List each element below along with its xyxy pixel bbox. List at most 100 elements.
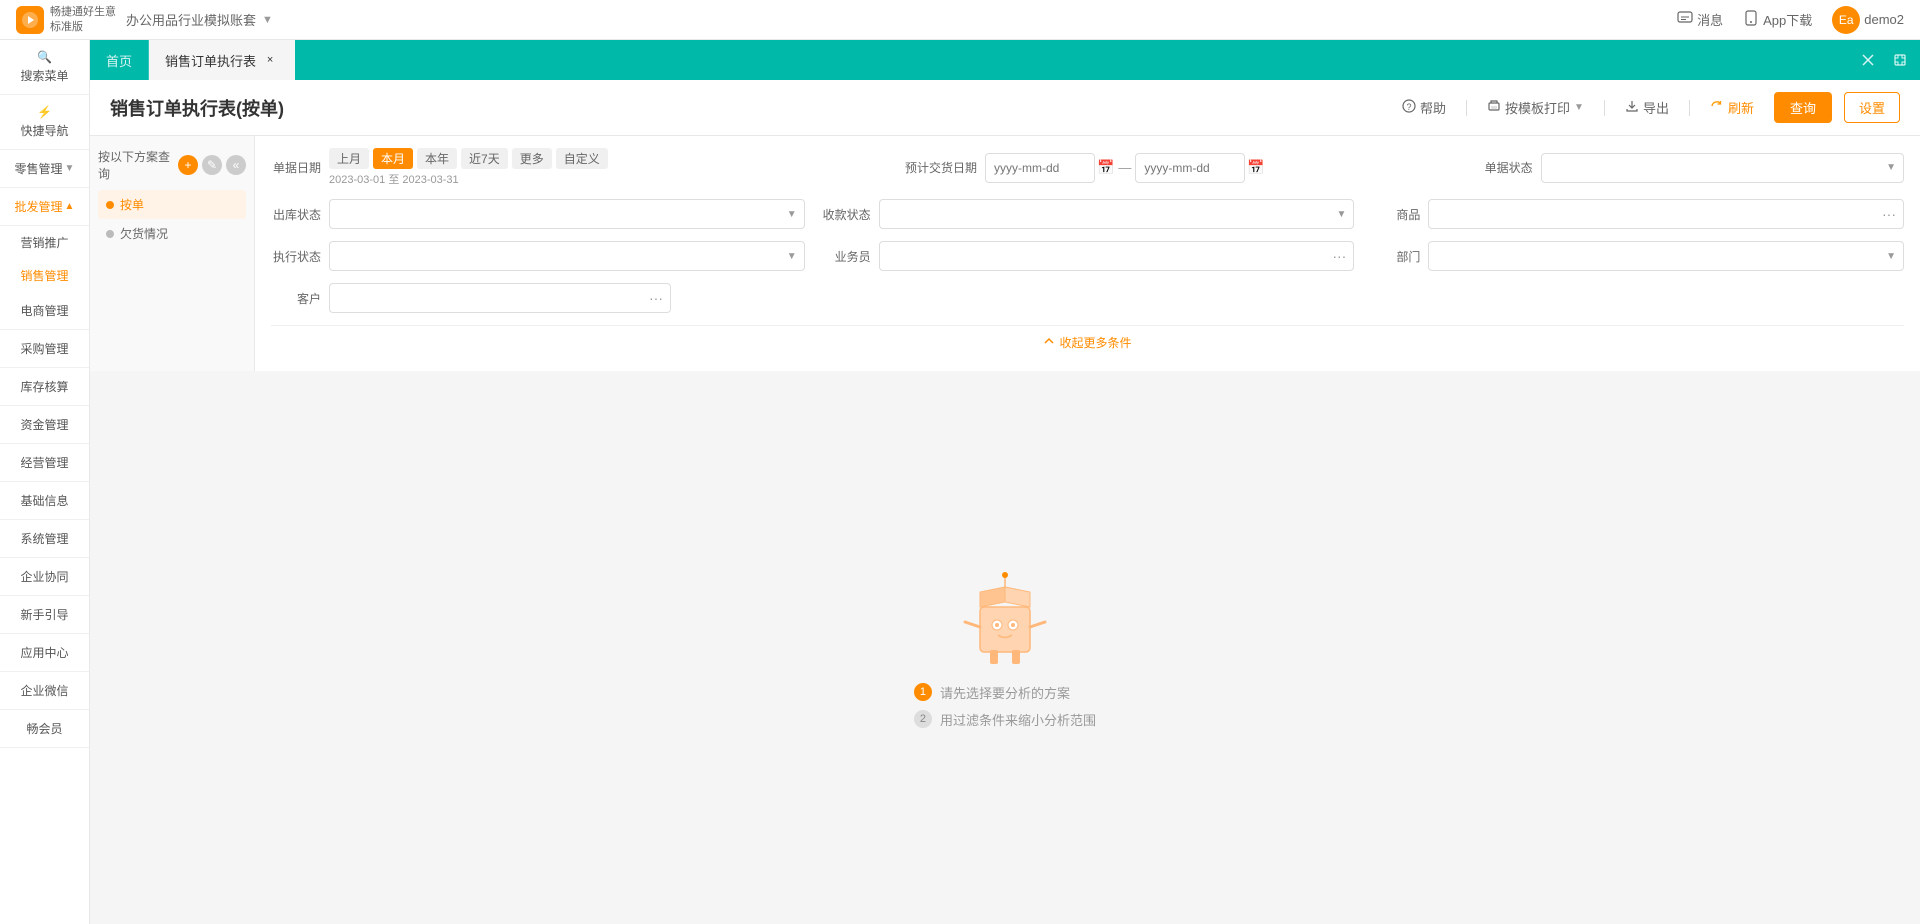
outbound-status-field: 出库状态 ▼ [271, 199, 805, 229]
expected-date-from-input[interactable] [985, 153, 1095, 183]
customer-wrapper: ··· [329, 283, 671, 313]
export-button[interactable]: 导出 [1617, 94, 1677, 121]
filter-plan-item-2[interactable]: 欠货情况 [98, 219, 246, 248]
collection-status-field: 收款状态 ▼ [821, 199, 1355, 229]
collection-status-label: 收款状态 [821, 206, 871, 223]
wholesale-chevron-icon: ▲ [65, 201, 75, 212]
salesperson-label: 业务员 [821, 248, 871, 265]
system-label: 系统管理 [20, 530, 68, 547]
divider3 [1689, 100, 1690, 116]
help-label: 帮助 [1420, 98, 1446, 117]
quick-nav-icon: ⚡ [37, 105, 52, 119]
sidebar-item-operation[interactable]: 经营管理 [0, 444, 89, 482]
date-tab-this-year[interactable]: 本年 [417, 148, 457, 169]
sidebar-item-purchase[interactable]: 采购管理 [0, 330, 89, 368]
date-tab-more[interactable]: 更多 [512, 148, 552, 169]
department-select[interactable] [1428, 241, 1904, 271]
sidebar-item-search[interactable]: 🔍 搜索菜单 [0, 40, 89, 95]
sidebar-quick-nav-label: 快捷导航 [20, 122, 68, 139]
salesperson-field: 业务员 ··· [821, 241, 1355, 271]
sidebar-item-system[interactable]: 系统管理 [0, 520, 89, 558]
sidebar-item-finance[interactable]: 资金管理 [0, 406, 89, 444]
sidebar-item-app-center[interactable]: 应用中心 [0, 634, 89, 672]
expected-date-to-input[interactable] [1135, 153, 1245, 183]
breadcrumb-text: 办公用品行业模拟账套 [126, 10, 256, 29]
tab-close-icon[interactable]: × [262, 52, 278, 68]
collection-status-select[interactable] [879, 199, 1355, 229]
date-separator: — [1118, 160, 1131, 175]
help-button[interactable]: ? 帮助 [1394, 94, 1454, 121]
date-to-calendar-icon[interactable]: 📅 [1247, 159, 1264, 176]
user-name: demo2 [1864, 12, 1904, 27]
customer-input[interactable] [329, 283, 671, 313]
tab-expand-button[interactable] [1888, 48, 1912, 72]
sidebar-item-enterprise[interactable]: 企业协同 [0, 558, 89, 596]
tab-home[interactable]: 首页 [90, 40, 149, 80]
main-layout: 🔍 搜索菜单 ⚡ 快捷导航 零售管理 ▼ 批发管理 ▲ 营销推广 销售管理 电商… [0, 40, 1920, 924]
query-button[interactable]: 查询 [1774, 92, 1832, 123]
collapse-more-label: 收起更多条件 [1059, 334, 1131, 351]
add-plan-button[interactable]: + [178, 155, 198, 175]
date-tab-custom[interactable]: 自定义 [556, 148, 608, 169]
salesperson-input[interactable] [879, 241, 1355, 271]
header-right: 消息 App下载 Ea demo2 [1677, 6, 1904, 34]
plan2-dot [106, 230, 114, 238]
tab-sales-order[interactable]: 销售订单执行表 × [149, 40, 295, 80]
date-field: 单据日期 上月 本月 本年 近7天 更多 自定义 [271, 148, 889, 187]
filter-sidebar-title: 按以下方案查询 + ✎ « [98, 148, 246, 182]
tab-close-button[interactable] [1856, 48, 1880, 72]
user-area[interactable]: Ea demo2 [1832, 6, 1904, 34]
enterprise-label: 企业协同 [20, 568, 68, 585]
template-print-button[interactable]: 按模板打印 ▼ [1479, 94, 1592, 121]
date-tab-last-month[interactable]: 上月 [329, 148, 369, 169]
sidebar-item-member[interactable]: 畅会员 [0, 710, 89, 748]
sidebar-item-retail[interactable]: 零售管理 ▼ [0, 150, 89, 188]
empty-step-2: 2 用过滤条件来缩小分析范围 [914, 710, 1096, 729]
app-download-button[interactable]: App下载 [1743, 10, 1812, 29]
breadcrumb[interactable]: 办公用品行业模拟账套 ▼ [126, 10, 273, 29]
status-select[interactable] [1541, 153, 1904, 183]
collapse-more-button[interactable]: 收起更多条件 [271, 325, 1904, 359]
refresh-button[interactable]: 刷新 [1702, 94, 1762, 121]
plan1-label: 按单 [120, 196, 144, 213]
refresh-icon [1710, 99, 1724, 116]
sidebar-item-basic-info[interactable]: 基础信息 [0, 482, 89, 520]
step2-num: 2 [914, 710, 932, 728]
sidebar-item-ecommerce[interactable]: 电商管理 [0, 292, 89, 330]
goods-input[interactable] [1428, 199, 1904, 229]
search-icon: 🔍 [37, 50, 52, 64]
sidebar-item-wholesale[interactable]: 批发管理 ▲ [0, 188, 89, 226]
exec-status-select[interactable] [329, 241, 805, 271]
filter-plan-item-1[interactable]: 按单 [98, 190, 246, 219]
salesperson-wrapper: ··· [879, 241, 1355, 271]
collapse-more-icon [1043, 335, 1055, 350]
outbound-status-select[interactable] [329, 199, 805, 229]
sidebar-item-sales-mgmt[interactable]: 销售管理 [0, 259, 89, 292]
page-title: 销售订单执行表(按单) [110, 95, 284, 121]
basic-info-label: 基础信息 [20, 492, 68, 509]
date-from-calendar-icon[interactable]: 📅 [1097, 159, 1114, 176]
sidebar-item-newbie[interactable]: 新手引导 [0, 596, 89, 634]
settings-label: 设置 [1859, 98, 1885, 117]
settings-button[interactable]: 设置 [1844, 92, 1900, 123]
step2-text: 用过滤条件来缩小分析范围 [940, 710, 1096, 729]
divider1 [1466, 100, 1467, 116]
date-tab-7days[interactable]: 近7天 [461, 148, 508, 169]
customer-field: 客户 ··· [271, 283, 671, 313]
status-select-wrapper: ▼ [1541, 153, 1904, 183]
breadcrumb-chevron-icon[interactable]: ▼ [262, 14, 273, 26]
outbound-status-label: 出库状态 [271, 206, 321, 223]
sidebar-item-inventory[interactable]: 库存核算 [0, 368, 89, 406]
collapse-sidebar-button[interactable]: « [226, 155, 246, 175]
retail-chevron-icon: ▼ [65, 163, 75, 174]
logo-text: 畅捷通好生意 标准版 [50, 5, 116, 34]
message-button[interactable]: 消息 [1677, 10, 1723, 29]
empty-illustration [955, 567, 1055, 667]
sidebar-item-marketing[interactable]: 营销推广 [0, 226, 89, 259]
sidebar-item-wechat[interactable]: 企业微信 [0, 672, 89, 710]
sidebar-item-quick-nav[interactable]: ⚡ 快捷导航 [0, 95, 89, 150]
edit-plan-button[interactable]: ✎ [202, 155, 222, 175]
exec-status-wrapper: ▼ [329, 241, 805, 271]
plan1-dot [106, 201, 114, 209]
date-tab-this-month[interactable]: 本月 [373, 148, 413, 169]
